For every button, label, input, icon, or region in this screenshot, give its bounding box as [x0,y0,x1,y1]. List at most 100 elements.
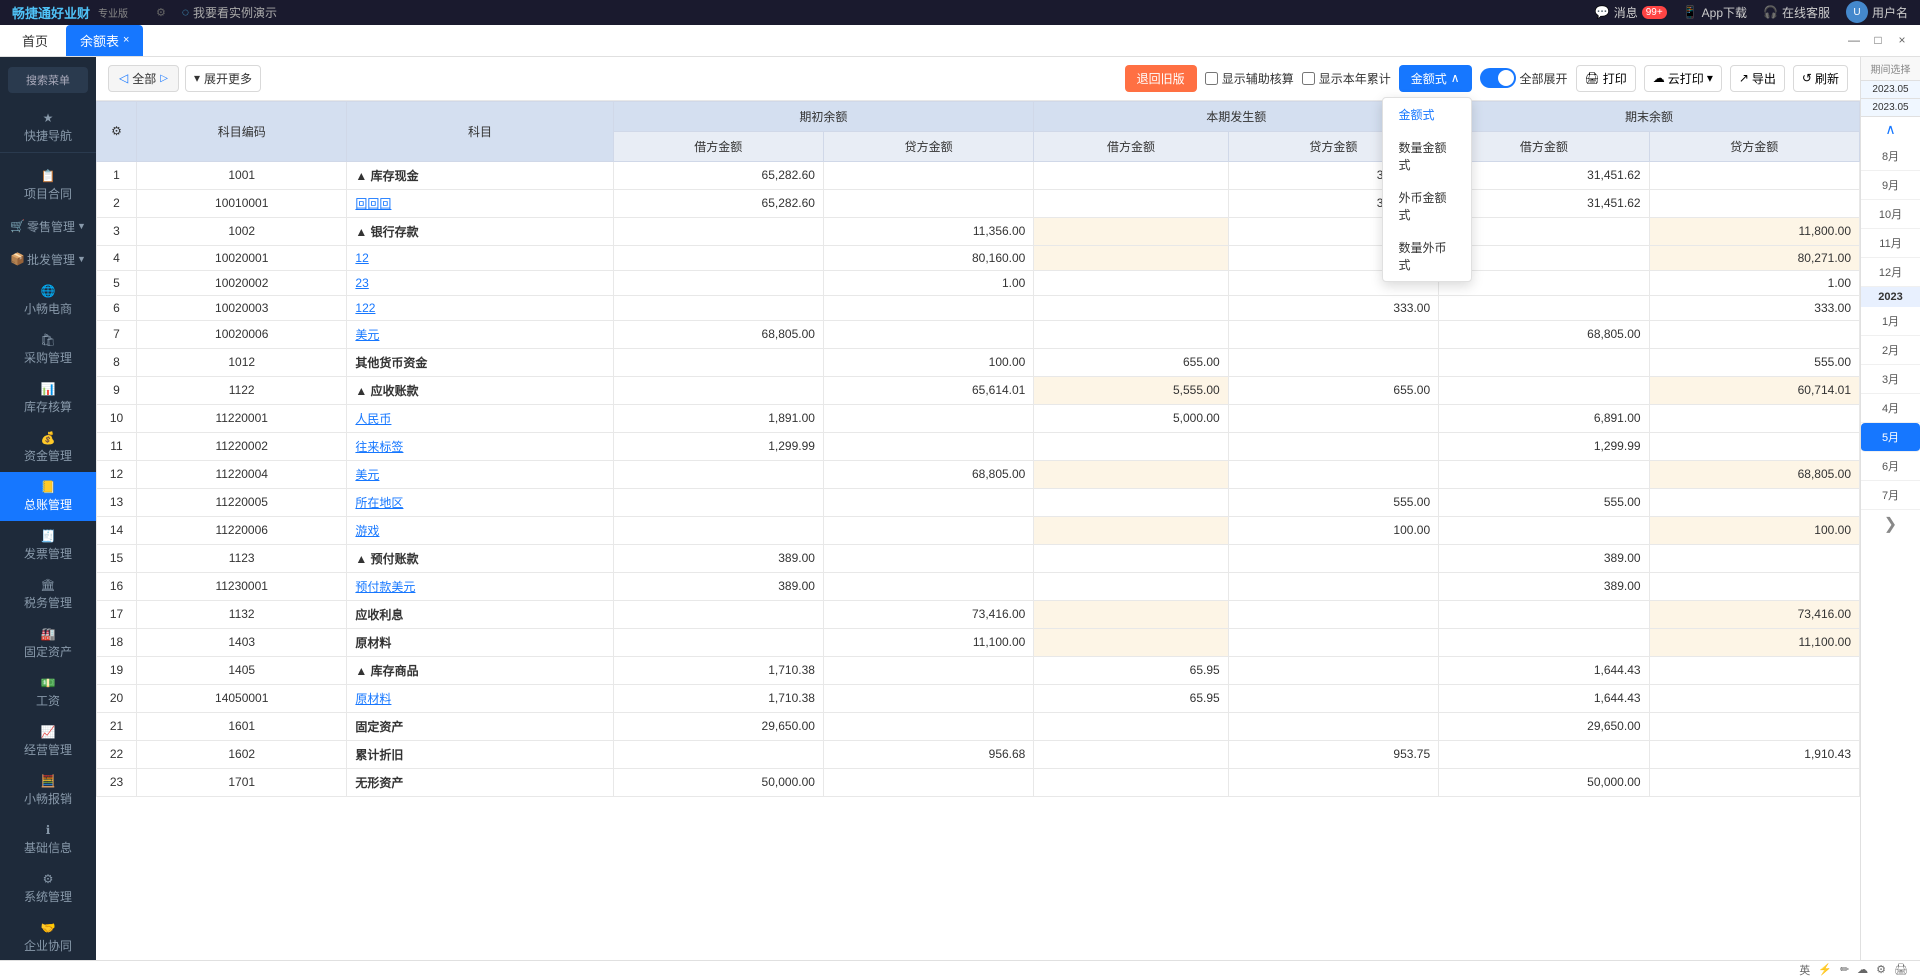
amount-type-btn[interactable]: 金额式 ∧ [1399,65,1472,92]
cloud-print-btn[interactable]: ☁ 云打印 ▾ [1644,65,1722,92]
bottom-print-btn[interactable]: 🖨 [1894,963,1908,976]
refresh-btn[interactable]: ↺ 刷新 [1793,65,1848,92]
config-icon[interactable]: ⚙ [156,6,166,19]
table-cell-account-name[interactable]: 无形资产 [347,768,613,796]
date-collapse-btn[interactable]: ❯ [1884,514,1897,534]
table-cell-account-name[interactable]: 所在地区 [347,488,613,516]
sidebar-item-operation[interactable]: 📈 经营管理 [0,717,96,766]
th-current: 本期发生额 [1034,101,1439,131]
table-cell-account-name[interactable]: 美元 [347,460,613,488]
bottom-settings-btn[interactable]: ⚙ [1876,963,1886,976]
table-cell-account-name[interactable]: ▲ 库存现金 [347,161,613,189]
table-cell-account-name[interactable]: 122 [347,295,613,320]
dropdown-item-amount[interactable]: 金额式 [1383,98,1471,131]
sidebar-item-project[interactable]: 📋 项目合同 [0,161,96,210]
table-cell-account-name[interactable]: ▲ 预付账款 [347,544,613,572]
expand-all-toggle[interactable] [1480,68,1516,88]
export-btn[interactable]: ↗ 导出 [1730,65,1785,92]
window-min-btn[interactable]: — [1844,30,1864,50]
print-btn[interactable]: 🖨 打印 [1576,65,1636,92]
tab-home[interactable]: 首页 [8,25,62,56]
table-cell-account-name[interactable]: ▲ 库存商品 [347,656,613,684]
date-month-2[interactable]: 2月 [1861,336,1920,365]
sidebar-item-invoice[interactable]: 🧾 发票管理 [0,521,96,570]
sidebar-item-tax[interactable]: 🏛 税务管理 [0,570,96,619]
show-year-input[interactable] [1302,72,1315,85]
online-support-btn[interactable]: 🎧 在线客服 [1763,4,1830,21]
table-cell-account-name[interactable]: 固定资产 [347,712,613,740]
bottom-edit-btn[interactable]: ✏ [1840,963,1849,976]
date-month-12[interactable]: 12月 [1861,258,1920,287]
dropdown-item-foreign-amount[interactable]: 外币金额式 [1383,181,1471,231]
expand-more-btn[interactable]: ▾ 展开更多 [185,65,261,92]
user-menu-btn[interactable]: U 用户名 [1846,1,1908,23]
table-cell-account-name[interactable]: 其他货币资金 [347,348,613,376]
table-cell-account-name[interactable]: 人民币 [347,404,613,432]
date-month-6[interactable]: 6月 [1861,452,1920,481]
tab-close-btn[interactable]: × [123,34,129,46]
sidebar-item-asset[interactable]: 🏭 固定资产 [0,619,96,668]
table-cell-account-name[interactable]: 预付款美元 [347,572,613,600]
show-year-checkbox[interactable]: 显示本年累计 [1302,70,1391,87]
sidebar-item-ecommerce[interactable]: 🌐 小畅电商 [0,276,96,325]
tab-balance[interactable]: 余额表 × [66,25,143,56]
table-settings-icon[interactable]: ⚙ [111,124,122,138]
table-cell-account-name[interactable]: 累计折旧 [347,740,613,768]
window-close-btn[interactable]: × [1892,30,1912,50]
table-cell-account-name[interactable]: 12 [347,245,613,270]
table-cell-row-num: 20 [97,684,137,712]
table-cell-cur-credit [1228,572,1438,600]
sidebar-item-finance[interactable]: 💰 资金管理 [0,423,96,472]
search-menu-btn[interactable]: 搜索菜单 [8,67,88,93]
table-cell-account-code: 10020002 [137,270,347,295]
sidebar-item-accounting[interactable]: 📒 总账管理 [0,472,96,521]
table-cell-account-name[interactable]: 回回回 [347,189,613,217]
return-old-btn[interactable]: 退回旧版 [1125,65,1197,92]
date-month-11[interactable]: 11月 [1861,229,1920,258]
app-download-btn[interactable]: 📱 App下载 [1683,4,1747,21]
table-cell-account-name[interactable]: ▲ 银行存款 [347,217,613,245]
sidebar-item-salary[interactable]: 💵 工资 [0,668,96,717]
date-month-9[interactable]: 9月 [1861,171,1920,200]
table-cell-account-name[interactable]: 往来标签 [347,432,613,460]
bottom-lightning-btn[interactable]: ⚡ [1818,963,1832,976]
date-month-1[interactable]: 1月 [1861,307,1920,336]
message-btn[interactable]: 💬 消息 99+ [1595,4,1667,21]
bottom-cloud-btn[interactable]: ☁ [1857,963,1868,976]
dropdown-item-qty-foreign[interactable]: 数量外币式 [1383,231,1471,281]
table-cell-account-name[interactable]: 应收利息 [347,600,613,628]
lightning-icon: ⚡ [1818,963,1832,976]
date-month-10[interactable]: 10月 [1861,200,1920,229]
sidebar-item-cooperation[interactable]: 🤝 企业协同 [0,913,96,960]
date-month-5[interactable]: 5月 [1861,423,1920,452]
sidebar-item-basic[interactable]: ℹ 基础信息 [0,815,96,864]
sidebar-item-system[interactable]: ⚙ 系统管理 [0,864,96,913]
date-up-btn[interactable]: ∧ [1885,121,1895,138]
th-settings[interactable]: ⚙ [97,101,137,161]
filter-btn[interactable]: ◁ 全部 ▷ [108,65,179,92]
sidebar-item-sales[interactable]: 🧮 小畅报销 [0,766,96,815]
tax-icon: 🏛 [40,578,55,592]
demo-link[interactable]: ◌ 我要看实例演示 [182,4,277,21]
sidebar-item-purchase[interactable]: 🛍 采购管理 [0,325,96,374]
date-month-8[interactable]: 8月 [1861,142,1920,171]
table-cell-account-name[interactable]: 美元 [347,320,613,348]
sidebar-item-wholesale[interactable]: 📦 批发管理 ▼ [0,243,96,276]
table-cell-account-name[interactable]: ▲ 应收账款 [347,376,613,404]
dropdown-item-qty-amount[interactable]: 数量金额式 [1383,131,1471,181]
sidebar-quick-nav[interactable]: ★ 快捷导航 [0,103,96,153]
table-cell-account-name[interactable]: 游戏 [347,516,613,544]
date-month-3[interactable]: 3月 [1861,365,1920,394]
show-aux-input[interactable] [1205,72,1218,85]
show-aux-checkbox[interactable]: 显示辅助核算 [1205,70,1294,87]
table-cell-account-name[interactable]: 原材料 [347,684,613,712]
table-cell-account-code: 14050001 [137,684,347,712]
bottom-lang-btn[interactable]: 英 [1799,962,1810,978]
sidebar-item-retail[interactable]: 🛒 零售管理 ▼ [0,210,96,243]
table-cell-account-name[interactable]: 23 [347,270,613,295]
date-month-7[interactable]: 7月 [1861,481,1920,510]
sidebar-item-inventory[interactable]: 📊 库存核算 [0,374,96,423]
window-max-btn[interactable]: □ [1868,30,1888,50]
date-month-4[interactable]: 4月 [1861,394,1920,423]
table-cell-account-name[interactable]: 原材料 [347,628,613,656]
